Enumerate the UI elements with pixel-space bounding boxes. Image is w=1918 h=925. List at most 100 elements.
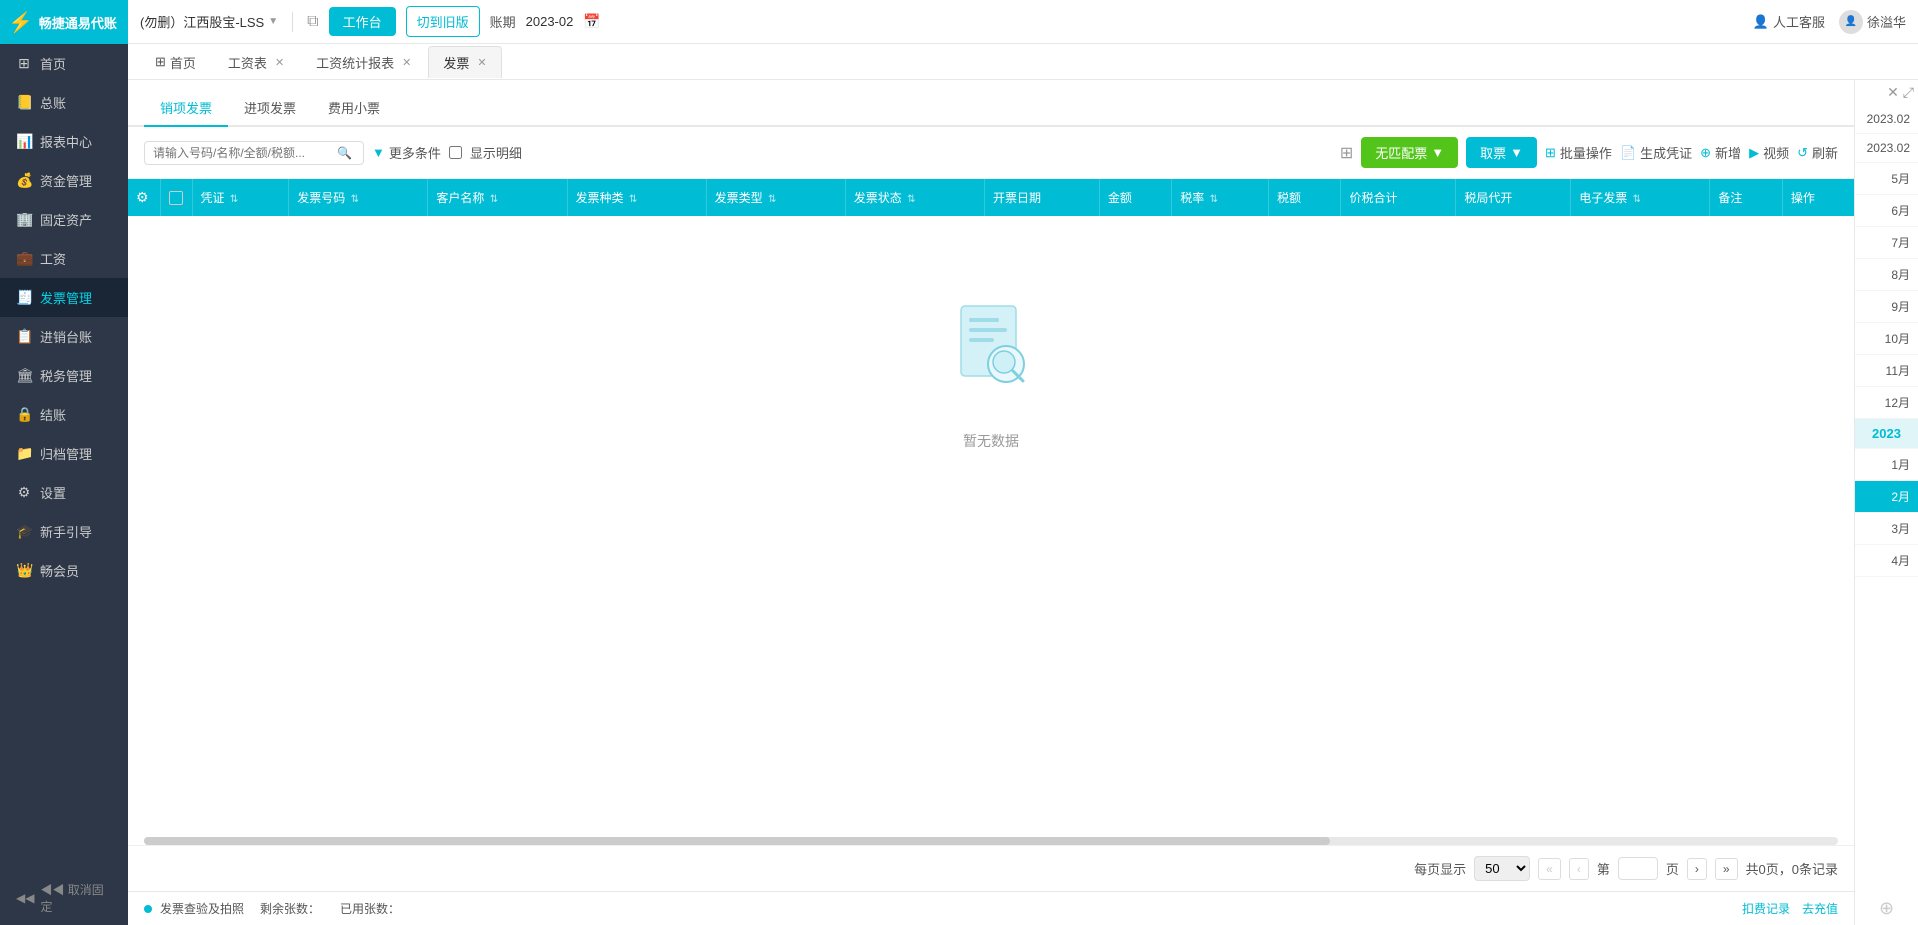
- tab-invoices-close[interactable]: ✕: [477, 56, 486, 69]
- invoice-tab-expense[interactable]: 费用小票: [312, 90, 396, 127]
- tab-salary-table-close[interactable]: ✕: [275, 56, 284, 69]
- match-button[interactable]: 取票 ▼: [1466, 137, 1537, 168]
- search-box[interactable]: 🔍: [144, 141, 364, 165]
- horizontal-scrollbar[interactable]: [144, 837, 1838, 845]
- show-detail-check[interactable]: [449, 146, 462, 159]
- th-tax-code: 税局代开: [1456, 179, 1571, 216]
- date-item-2-active[interactable]: 2月: [1855, 481, 1918, 513]
- sidebar-item-invoices[interactable]: 🧾 发票管理: [0, 278, 128, 317]
- empty-state: 暂无数据: [128, 216, 1854, 531]
- sidebar-item-close[interactable]: 🔒 结账: [0, 395, 128, 434]
- first-page-button[interactable]: «: [1538, 858, 1561, 880]
- date-item-2023-02-top1[interactable]: 2023.02: [1855, 105, 1918, 134]
- no-match-label: 无匹配票: [1375, 143, 1427, 162]
- date-item-10[interactable]: 10月: [1855, 323, 1918, 355]
- switch-version-button[interactable]: 切到旧版: [406, 6, 480, 37]
- sidebar-item-assets[interactable]: 🏢 固定资产: [0, 200, 128, 239]
- prev-page-button[interactable]: ‹: [1569, 858, 1589, 880]
- sidebar-item-label: 首页: [40, 54, 66, 73]
- date-item-6[interactable]: 6月: [1855, 195, 1918, 227]
- company-selector[interactable]: (勿删）江西股宝-LSS ▼: [140, 12, 278, 31]
- add-invoice-button[interactable]: ⊕ 新增: [1700, 143, 1741, 162]
- sidebar-item-funds[interactable]: 💰 资金管理: [0, 161, 128, 200]
- th-tax: 税额: [1269, 179, 1341, 216]
- tab-salary-stats-close[interactable]: ✕: [402, 56, 411, 69]
- deduct-record-link[interactable]: 扣费记录: [1742, 900, 1790, 917]
- footer-links: 扣费记录 去充值: [1742, 900, 1838, 917]
- sidebar-item-label: 工资: [40, 249, 66, 268]
- user-name: 徐溢华: [1867, 12, 1906, 31]
- generate-voucher-button[interactable]: 📄 生成凭证: [1620, 143, 1692, 162]
- date-label: 5月: [1891, 172, 1910, 186]
- date-item-5[interactable]: 5月: [1855, 163, 1918, 195]
- date-item-2023-02-top2[interactable]: 2023.02: [1855, 134, 1918, 163]
- tab-salary-stats[interactable]: 工资统计报表 ✕: [301, 46, 426, 78]
- service-button[interactable]: 👤 人工客服: [1753, 12, 1825, 31]
- sidebar-item-label: 总账: [40, 93, 66, 112]
- sidebar-item-home[interactable]: ⊞ 首页: [0, 44, 128, 83]
- date-panel-expand-icon[interactable]: ⤢: [1903, 84, 1914, 101]
- workspace-button[interactable]: 工作台: [329, 7, 396, 36]
- date-item-4[interactable]: 4月: [1855, 545, 1918, 577]
- year-label: 2023: [1872, 426, 1901, 441]
- recharge-link[interactable]: 去充值: [1802, 900, 1838, 917]
- page-number-input[interactable]: 1: [1618, 857, 1658, 880]
- date-item-12[interactable]: 12月: [1855, 387, 1918, 419]
- select-all-checkbox[interactable]: [169, 191, 183, 205]
- main-area: (勿删）江西股宝-LSS ▼ ⧉ 工作台 切到旧版 账期 2023-02 📅 👤…: [128, 0, 1918, 925]
- tab-invoices[interactable]: 发票 ✕: [428, 46, 501, 78]
- sidebar-item-reports[interactable]: 📊 报表中心: [0, 122, 128, 161]
- search-input[interactable]: [153, 146, 333, 160]
- empty-illustration: [941, 296, 1041, 415]
- next-page-button[interactable]: ›: [1687, 858, 1707, 880]
- tax-icon: 🏛: [16, 367, 32, 384]
- sidebar-item-tax[interactable]: 🏛 税务管理: [0, 356, 128, 395]
- date-item-3[interactable]: 3月: [1855, 513, 1918, 545]
- funds-icon: 💰: [16, 172, 32, 189]
- date-item-8[interactable]: 8月: [1855, 259, 1918, 291]
- calendar-icon[interactable]: 📅: [583, 13, 600, 30]
- more-filter-button[interactable]: ▼ 更多条件: [372, 143, 441, 162]
- used-label: 已用张数：: [340, 900, 400, 917]
- sidebar-item-settings[interactable]: ⚙ 设置: [0, 473, 128, 512]
- date-panel-close-icon[interactable]: ✕: [1887, 84, 1899, 101]
- tab-salary-table-label: 工资表: [228, 53, 267, 72]
- grid-layout-icon[interactable]: ⊞: [1340, 143, 1353, 163]
- date-item-1[interactable]: 1月: [1855, 449, 1918, 481]
- batch-ops-button[interactable]: ⊞ 批量操作: [1545, 143, 1612, 162]
- show-detail-checkbox[interactable]: 显示明细: [449, 143, 522, 162]
- voucher-icon: 📄: [1620, 145, 1636, 161]
- th-settings[interactable]: ⚙: [128, 179, 160, 216]
- content-area: 销项发票 进项发票 费用小票 🔍 ▼ 更多条件: [128, 80, 1918, 925]
- match-arrow: ▼: [1510, 145, 1523, 160]
- period-label: 账期: [490, 12, 516, 31]
- th-checkbox[interactable]: [160, 179, 192, 216]
- sidebar-item-guide[interactable]: 🎓 新手引导: [0, 512, 128, 551]
- sidebar-logo: ⚡ 畅捷通易代账: [0, 0, 128, 44]
- date-label: 2月: [1891, 490, 1910, 504]
- per-page-select[interactable]: 20 50 100: [1474, 856, 1530, 881]
- sidebar-item-member[interactable]: 👑 畅会员: [0, 551, 128, 590]
- refresh-button[interactable]: ↺ 刷新: [1797, 143, 1838, 162]
- tab-home[interactable]: ⊞ 首页: [140, 46, 211, 78]
- video-button[interactable]: ▶ 视频: [1749, 143, 1789, 162]
- sidebar-item-ledger[interactable]: 📒 总账: [0, 83, 128, 122]
- sidebar-item-salary[interactable]: 💼 工资: [0, 239, 128, 278]
- date-label: 8月: [1891, 268, 1910, 282]
- salary-icon: 💼: [16, 250, 32, 267]
- tab-salary-table[interactable]: 工资表 ✕: [213, 46, 299, 78]
- date-item-11[interactable]: 11月: [1855, 355, 1918, 387]
- date-item-7[interactable]: 7月: [1855, 227, 1918, 259]
- sidebar-item-purchase[interactable]: 📋 进销台账: [0, 317, 128, 356]
- no-match-button[interactable]: 无匹配票 ▼: [1361, 137, 1458, 168]
- copy-icon[interactable]: ⧉: [307, 13, 318, 31]
- user-menu[interactable]: 👤 徐溢华: [1839, 10, 1906, 34]
- invoice-tab-sales[interactable]: 销项发票: [144, 90, 228, 127]
- sidebar-item-archive[interactable]: 📁 归档管理: [0, 434, 128, 473]
- scroll-thumb[interactable]: [144, 837, 1330, 845]
- invoice-tab-purchase[interactable]: 进项发票: [228, 90, 312, 127]
- last-page-button[interactable]: »: [1715, 858, 1738, 880]
- company-name: (勿删）江西股宝-LSS: [140, 12, 264, 31]
- date-item-9[interactable]: 9月: [1855, 291, 1918, 323]
- sidebar-pin-toggle[interactable]: ◀◀ ◀◀ 取消固定: [0, 871, 128, 925]
